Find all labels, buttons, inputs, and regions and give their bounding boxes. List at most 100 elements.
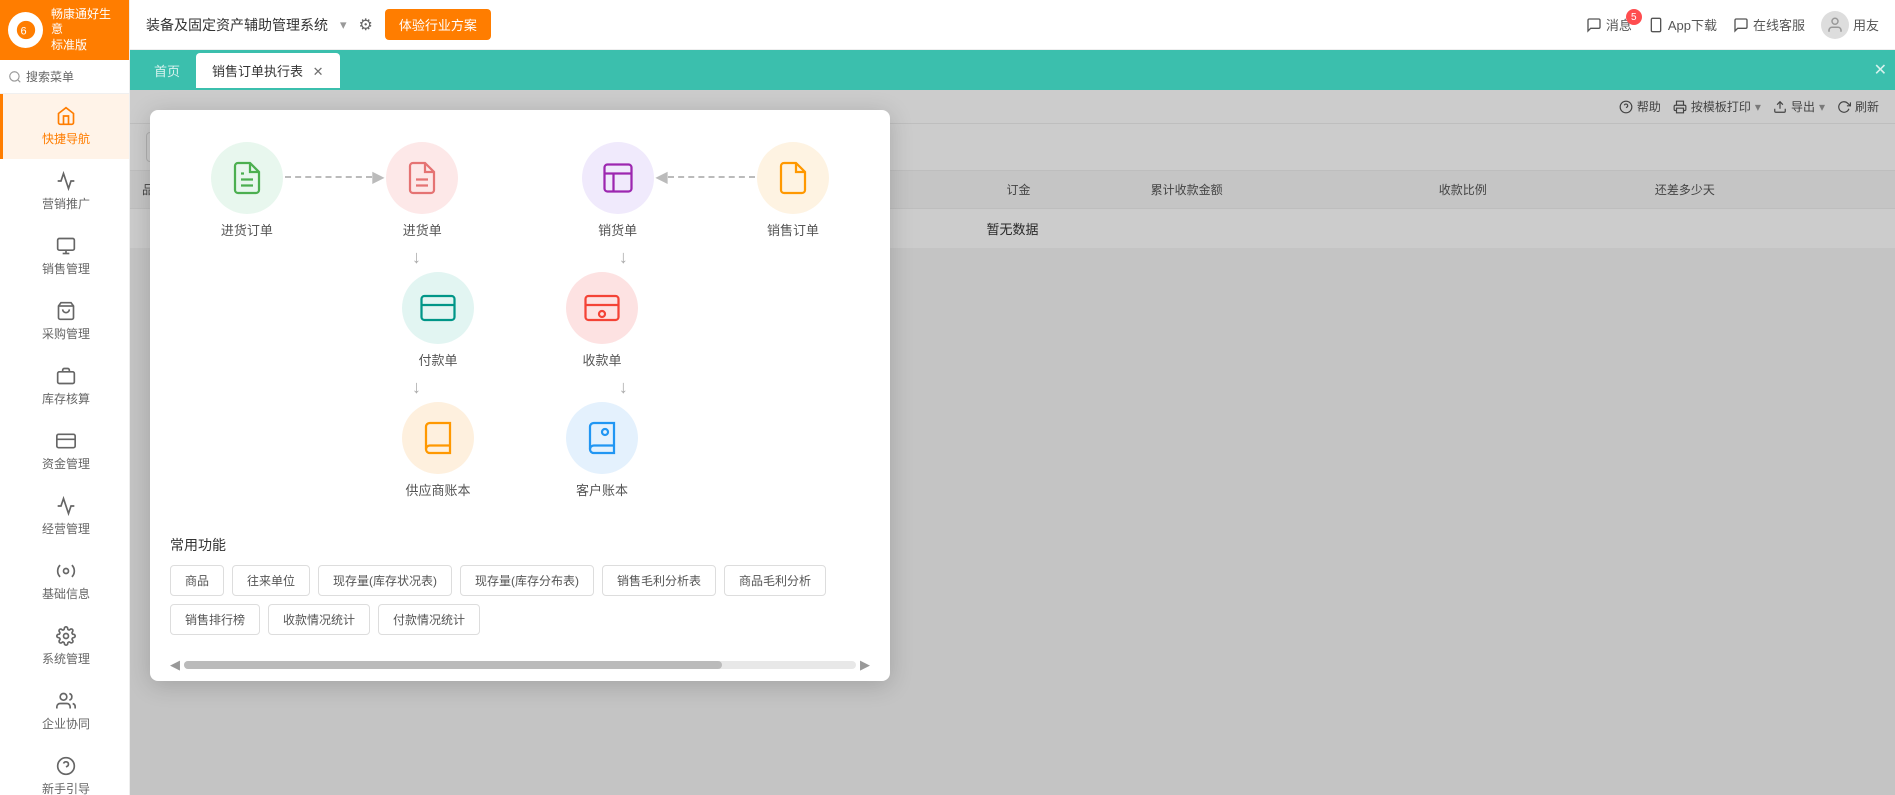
common-functions-section: 常用功能 商品 往来单位 现存量(库存状况表) 现存量(库存分布表) 销售毛利分… [150, 535, 890, 651]
func-btn-1[interactable]: 往来单位 [232, 565, 310, 596]
func-btn-7[interactable]: 收款情况统计 [268, 604, 370, 635]
experience-btn[interactable]: 体验行业方案 [385, 9, 491, 40]
customer-ledger-circle [566, 402, 638, 474]
user-avatar[interactable]: 用友 [1821, 11, 1879, 39]
sidebar-item-purchase[interactable]: 采购管理 [0, 289, 129, 354]
tabs-bar: 首页 销售订单执行表 ✕ ✕ [130, 50, 1895, 90]
sidebar-item-label: 快捷导航 [42, 130, 90, 147]
sidebar-search[interactable]: 搜索菜单 [0, 60, 129, 94]
func-btn-2[interactable]: 现存量(库存状况表) [318, 565, 452, 596]
flow-row-5: 供应商账本 客户账本 [190, 402, 850, 499]
purchase-bill-circle [386, 142, 458, 214]
tab-sales-order[interactable]: 销售订单执行表 ✕ [196, 53, 340, 88]
scroll-right-btn[interactable]: ▶ [860, 657, 870, 673]
func-buttons-row-1: 商品 往来单位 现存量(库存状况表) 现存量(库存分布表) 销售毛利分析表 商品… [170, 565, 870, 596]
customer-ledger-label: 客户账本 [576, 480, 628, 499]
sales-bill-circle [582, 142, 654, 214]
topbar-right: 消息 5 App下载 在线客服 用友 [1586, 11, 1879, 39]
node-sales-bill[interactable]: 销货单 [582, 142, 654, 239]
purchase-order-label: 进货订单 [221, 220, 273, 239]
sidebar-item-label: 营销推广 [42, 195, 90, 212]
sidebar-item-label: 资金管理 [42, 455, 90, 472]
sidebar-item-guide[interactable]: 新手引导 [0, 744, 129, 795]
sales-bill-label: 销货单 [598, 220, 637, 239]
system-title: 装备及固定资产辅助管理系统 [146, 15, 328, 35]
purchase-order-circle [211, 142, 283, 214]
func-btn-3[interactable]: 现存量(库存分布表) [460, 565, 594, 596]
app-download-label: App下载 [1668, 15, 1717, 34]
modal-scrollbar: ◀ ▶ [150, 651, 890, 681]
flow-modal: 进货订单 ▶ 进货单 [150, 110, 890, 681]
node-purchase-bill[interactable]: 进货单 [386, 142, 458, 239]
flow-row-arrows-4: ↓ ↓ [190, 377, 850, 402]
message-badge: 5 [1626, 9, 1642, 25]
node-purchase-order[interactable]: 进货订单 [211, 142, 283, 239]
arrow-down-purchase: ↓ [381, 247, 453, 268]
func-btn-0[interactable]: 商品 [170, 565, 224, 596]
sidebar-nav: 快捷导航 营销推广 销售管理 采购管理 库存核算 资金管理 [0, 94, 129, 795]
flow-row-3: 付款单 收款单 [190, 272, 850, 369]
sidebar-item-enterprise[interactable]: 企业协同 [0, 679, 129, 744]
node-supplier-ledger[interactable]: 供应商账本 [402, 402, 474, 499]
common-func-title: 常用功能 [170, 535, 870, 555]
payment-bill-circle [402, 272, 474, 344]
main-content: 装备及固定资产辅助管理系统 ▾ ⚙ 体验行业方案 消息 5 App下载 在线客服 [130, 0, 1895, 795]
sidebar-item-sales[interactable]: 销售管理 [0, 224, 129, 289]
arrow-down-payment: ↓ [381, 377, 453, 398]
purchase-bill-label: 进货单 [403, 220, 442, 239]
arrow-down-receipt: ↓ [587, 377, 659, 398]
tab-close-icon[interactable]: ✕ [313, 64, 324, 79]
logo-icon: 6 [8, 12, 43, 48]
sidebar-search-label: 搜索菜单 [26, 68, 74, 85]
sidebar-item-label: 新手引导 [42, 780, 90, 795]
sidebar-item-fund[interactable]: 资金管理 [0, 419, 129, 484]
modal-overlay: 进货订单 ▶ 进货单 [130, 90, 1895, 795]
content-area: 帮助 按模板打印 ▾ 导出 ▾ 刷新 [130, 90, 1895, 795]
scrollbar-row: ◀ ▶ [170, 657, 870, 673]
app-download-btn[interactable]: App下载 [1648, 15, 1717, 34]
sidebar-item-marketing[interactable]: 营销推广 [0, 159, 129, 224]
receipt-bill-circle [566, 272, 638, 344]
gear-icon[interactable]: ⚙ [359, 15, 373, 35]
topbar: 装备及固定资产辅助管理系统 ▾ ⚙ 体验行业方案 消息 5 App下载 在线客服 [130, 0, 1895, 50]
tab-home[interactable]: 首页 [138, 53, 196, 88]
node-customer-ledger[interactable]: 客户账本 [566, 402, 638, 499]
message-btn[interactable]: 消息 5 [1586, 15, 1632, 34]
online-service-btn[interactable]: 在线客服 [1733, 15, 1805, 34]
avatar-circle [1821, 11, 1849, 39]
close-all-tabs-btn[interactable]: ✕ [1874, 60, 1887, 80]
flow-diagram: 进货订单 ▶ 进货单 [150, 110, 890, 535]
sidebar-item-quick-nav[interactable]: 快捷导航 [0, 94, 129, 159]
scrollbar-track[interactable] [184, 661, 856, 669]
sidebar-item-label: 库存核算 [42, 390, 90, 407]
sales-order-label: 销售订单 [767, 220, 819, 239]
node-receipt-bill[interactable]: 收款单 [566, 272, 638, 369]
supplier-ledger-circle [402, 402, 474, 474]
func-btn-8[interactable]: 付款情况统计 [378, 604, 480, 635]
sidebar-item-label: 基础信息 [42, 585, 90, 602]
func-btn-5[interactable]: 商品毛利分析 [724, 565, 826, 596]
scroll-left-btn[interactable]: ◀ [170, 657, 180, 673]
arrow-purchase-to-bill: ▶ [285, 167, 385, 187]
dropdown-arrow[interactable]: ▾ [340, 17, 347, 33]
node-payment-bill[interactable]: 付款单 [402, 272, 474, 369]
sidebar-item-label: 系统管理 [42, 650, 90, 667]
svg-text:6: 6 [20, 26, 26, 38]
user-name-label: 用友 [1853, 15, 1879, 34]
sidebar-item-base[interactable]: 基础信息 [0, 549, 129, 614]
sidebar-item-sys[interactable]: 系统管理 [0, 614, 129, 679]
sales-order-circle [757, 142, 829, 214]
func-btn-4[interactable]: 销售毛利分析表 [602, 565, 716, 596]
sidebar-item-label: 采购管理 [42, 325, 90, 342]
arrow-down-sales: ↓ [587, 247, 659, 268]
sidebar-item-label: 销售管理 [42, 260, 90, 277]
logo-text: 畅康通好生意 标准版 [51, 7, 121, 54]
sidebar-logo: 6 畅康通好生意 标准版 [0, 0, 129, 60]
node-sales-order[interactable]: 销售订单 [757, 142, 829, 239]
func-btn-6[interactable]: 销售排行榜 [170, 604, 260, 635]
sidebar-item-ops[interactable]: 经营管理 [0, 484, 129, 549]
scrollbar-thumb [184, 661, 722, 669]
receipt-bill-label: 收款单 [583, 350, 622, 369]
sidebar-item-label: 企业协同 [42, 715, 90, 732]
sidebar-item-inventory[interactable]: 库存核算 [0, 354, 129, 419]
